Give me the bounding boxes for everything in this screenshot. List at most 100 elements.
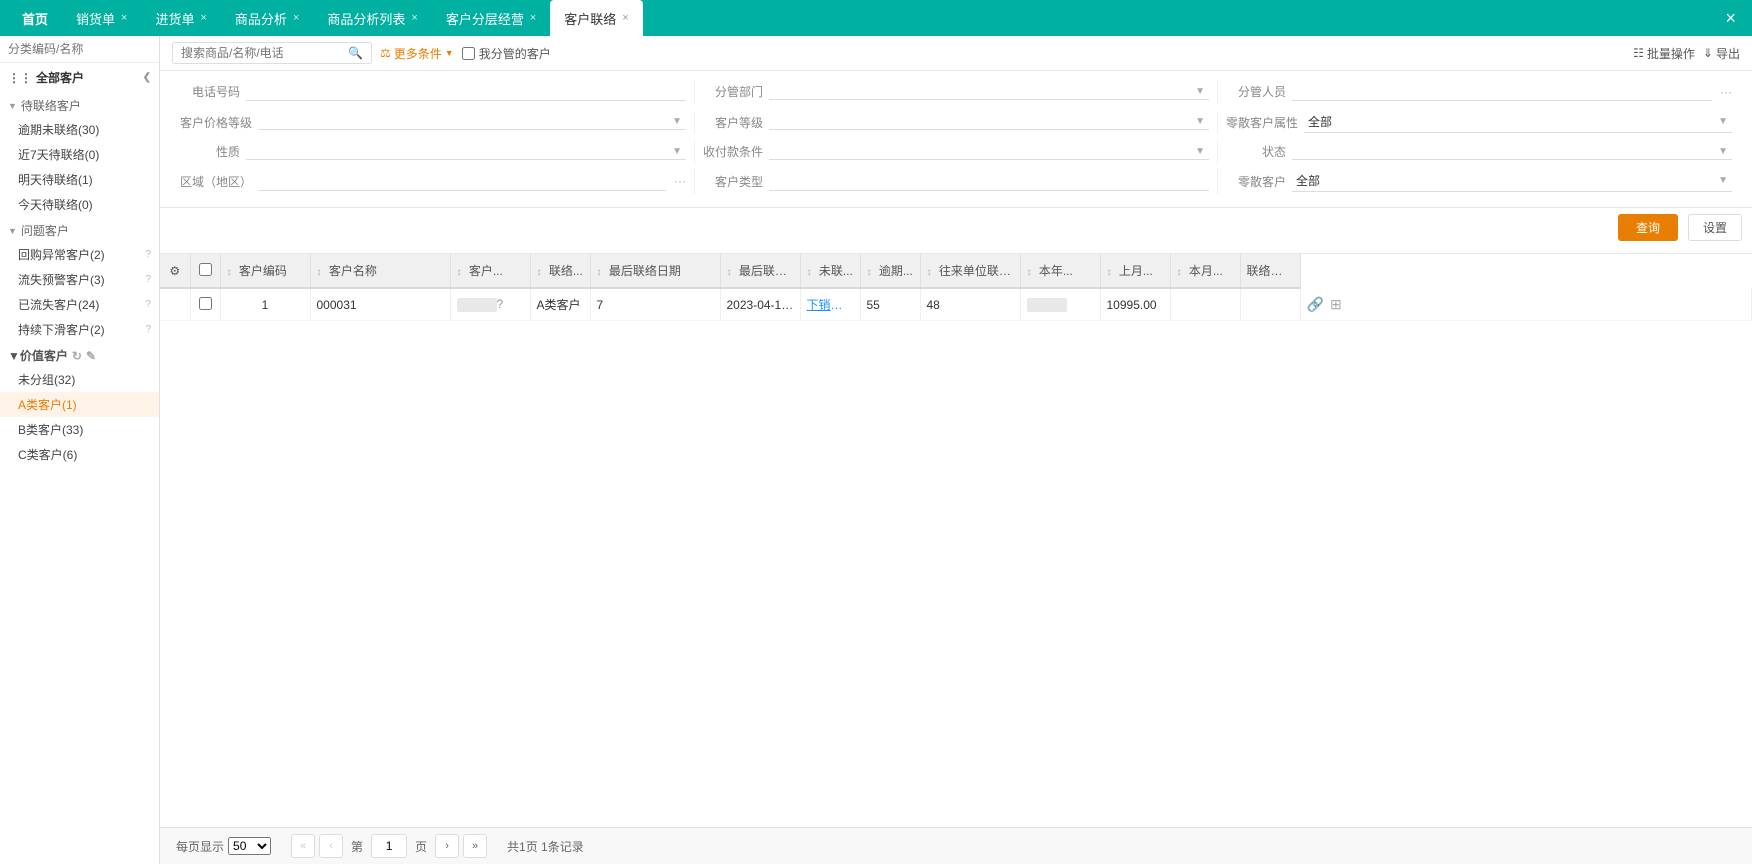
row-check-input[interactable] (199, 297, 212, 310)
adv-filter-input-0-0[interactable] (246, 82, 686, 101)
page-number-input[interactable] (371, 834, 407, 858)
adv-filter-select-2-0[interactable]: ▼ (246, 144, 686, 160)
qr-icon[interactable]: ⊞ (1330, 296, 1342, 313)
help-icon[interactable]: ? (145, 324, 151, 335)
sort-icon-year[interactable]: ↕ (1027, 267, 1032, 278)
chevron-down-icon: ▼ (672, 146, 682, 157)
sidebar-item-problem[interactable]: 持续下滑客户(2)? (0, 317, 159, 342)
dots-icon[interactable]: ··· (674, 174, 686, 188)
sort-icon-name[interactable]: ↕ (317, 267, 322, 278)
batch-operation-btn[interactable]: ☷ 批量操作 (1633, 45, 1695, 62)
sidebar-item-value[interactable]: B类客户(33) (0, 417, 159, 442)
th-overdue: ↕ 逾期... (860, 254, 920, 288)
nav-item-customer-contact[interactable]: 客户联络 × (550, 0, 642, 36)
help-icon[interactable]: ? (145, 249, 151, 260)
export-btn[interactable]: ⇓ 导出 (1703, 45, 1740, 62)
adv-filter-input-dots-3-0[interactable] (258, 172, 666, 191)
last-page-btn[interactable]: » (463, 834, 487, 858)
all-customers-header[interactable]: ⋮⋮ 全部客户 ❮ (0, 63, 159, 92)
filter-search-bar[interactable]: 🔍 (172, 42, 372, 64)
nav-close-goods-analysis[interactable]: × (293, 12, 299, 24)
link-icon[interactable]: 🔗 (1307, 296, 1324, 313)
adv-filter-row-0: 电话号码分管部门▼分管人员··· (172, 79, 1740, 104)
nav-item-customer-layer[interactable]: 客户分层经营 × (432, 0, 550, 36)
problem-customer-section[interactable]: ▼ 问题客户 (0, 217, 159, 242)
my-customers-checkbox[interactable] (462, 47, 475, 60)
dots-icon[interactable]: ··· (1720, 85, 1732, 99)
pending-contact-section[interactable]: ▼ 待联络客户 (0, 92, 159, 117)
sort-icon-prev[interactable]: ↕ (927, 267, 932, 278)
sidebar-item-pending[interactable]: 今天待联络(0) (0, 192, 159, 217)
adv-filter-input-dots-0-2[interactable] (1292, 82, 1712, 101)
adv-filter-input-3-1[interactable] (769, 172, 1209, 191)
sidebar-item-problem[interactable]: 回购异常客户(2)? (0, 242, 159, 267)
help-icon[interactable]: ? (145, 274, 151, 285)
all-customers-label: 全部客户 (36, 69, 84, 86)
chevron-down-icon: ▼ (445, 48, 454, 58)
sidebar-search-bar[interactable]: 🔍 (0, 36, 159, 63)
page-size-dropdown[interactable]: 50 100 200 (228, 837, 271, 855)
sort-icon-unlink[interactable]: ↕ (807, 267, 812, 278)
settings-value-icon[interactable]: ✎ (86, 349, 96, 363)
nav-close-purchase[interactable]: × (200, 12, 206, 24)
gear-icon[interactable]: ⚙ (169, 264, 180, 278)
my-customers-check[interactable]: 我分管的客户 (462, 45, 551, 62)
sort-icon-overdue[interactable]: ↕ (867, 267, 872, 278)
chevron-down-icon: ▼ (1718, 146, 1728, 157)
sidebar-search-input[interactable] (8, 42, 160, 56)
sidebar-item-problem[interactable]: 已流失客户(24)? (0, 292, 159, 317)
sort-icon-way[interactable]: ↕ (727, 267, 732, 278)
nav-close-goods-list[interactable]: × (411, 12, 417, 24)
adv-filter-select-1-1[interactable]: ▼ (769, 114, 1209, 130)
sort-icon-thismonth[interactable]: ↕ (1177, 267, 1182, 278)
nav-item-sales[interactable]: 销货单 × (62, 0, 141, 36)
nav-item-home[interactable]: 首页 (8, 0, 62, 36)
row-last-way[interactable]: 下销货单 (800, 288, 860, 321)
filter-search-input[interactable] (181, 46, 344, 60)
query-button[interactable]: 查询 (1618, 214, 1678, 241)
adv-filter-select-1-2[interactable]: 全部▼ (1304, 111, 1732, 133)
adv-filter-select-2-1[interactable]: ▼ (769, 144, 1209, 160)
sidebar-item-pending[interactable]: 明天待联络(1) (0, 167, 159, 192)
first-page-btn[interactable]: « (291, 834, 315, 858)
help-icon[interactable]: ? (145, 299, 151, 310)
nav-item-goods-analysis[interactable]: 商品分析 × (221, 0, 313, 36)
sidebar-item-value[interactable]: C类客户(6) (0, 442, 159, 467)
nav-item-goods-list[interactable]: 商品分析列表 × (313, 0, 431, 36)
adv-filter-select-3-2[interactable]: 全部▼ (1292, 170, 1732, 192)
adv-filter-select-2-2[interactable]: ▼ (1292, 144, 1732, 160)
row-checkbox[interactable] (190, 288, 220, 321)
sidebar-item-problem[interactable]: 流失预警客户(3)? (0, 267, 159, 292)
sort-icon-lastmonth[interactable]: ↕ (1107, 267, 1112, 278)
nav-close-customer-contact[interactable]: × (622, 12, 628, 24)
adv-filter-select-1-0[interactable]: ▼ (258, 114, 686, 130)
th-checkbox[interactable] (190, 254, 220, 288)
sidebar-collapse-icon[interactable]: ❮ (143, 72, 151, 83)
value-customer-section[interactable]: ▼ 价值客户 ↻ ✎ (0, 342, 159, 367)
batch-label: 批量操作 (1647, 45, 1695, 62)
adv-filter-select-0-1[interactable]: ▼ (769, 84, 1209, 100)
row-name[interactable]: ? (450, 288, 530, 321)
sidebar-item-value[interactable]: 未分组(32) (0, 367, 159, 392)
refresh-icon[interactable]: ↻ (72, 349, 82, 363)
adv-filter-cell-1-1: 客户等级▼ (695, 111, 1218, 134)
nav-close-sales[interactable]: × (121, 12, 127, 24)
settings-button[interactable]: 设置 (1688, 214, 1742, 241)
sidebar-item-pending[interactable]: 逾期未联络(30) (0, 117, 159, 142)
select-all-checkbox[interactable] (199, 263, 212, 276)
sidebar-item-value[interactable]: A类客户(1) (0, 392, 159, 417)
th-settings[interactable]: ⚙ (160, 254, 190, 288)
page-size-select[interactable]: 每页显示 50 100 200 (176, 837, 271, 855)
close-all-btn[interactable]: × (1717, 8, 1744, 29)
sort-icon-contacts[interactable]: ↕ (537, 267, 542, 278)
more-conditions-btn[interactable]: ⚖ 更多条件 ▼ (380, 45, 454, 62)
sort-icon-date[interactable]: ↕ (597, 267, 602, 278)
nav-item-purchase[interactable]: 进货单 × (141, 0, 220, 36)
sidebar-item-pending[interactable]: 近7天待联络(0) (0, 142, 159, 167)
prev-page-btn[interactable]: ‹ (319, 834, 343, 858)
sort-icon-code[interactable]: ↕ (227, 267, 232, 278)
filter-search-icon[interactable]: 🔍 (348, 46, 363, 60)
next-page-btn[interactable]: › (435, 834, 459, 858)
nav-close-customer-layer[interactable]: × (530, 12, 536, 24)
sort-icon-type[interactable]: ↕ (457, 267, 462, 278)
